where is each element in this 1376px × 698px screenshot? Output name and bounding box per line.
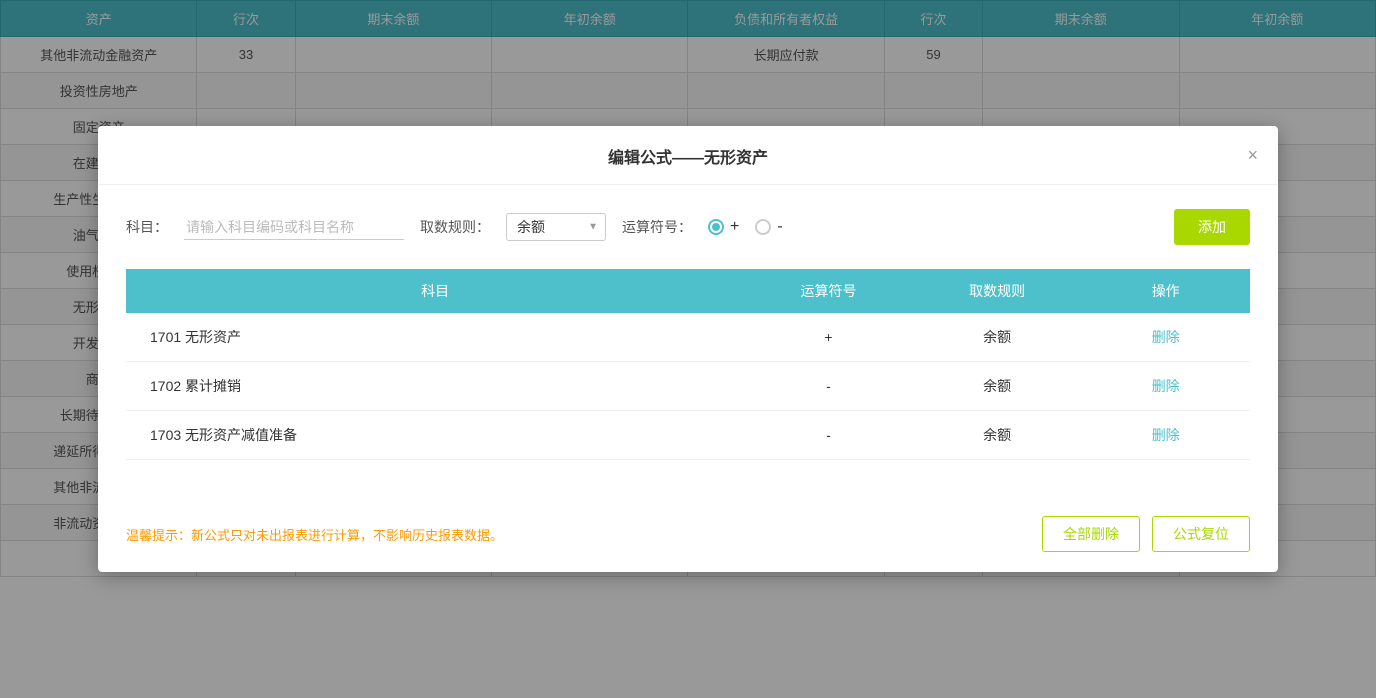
rule-select-wrap: 余额 借方 贷方 借方发生额 贷方发生额 — [506, 213, 606, 241]
modal-overlay: 编辑公式——无形资产 × 科目： 取数规则： 余额 借方 贷方 借方发生额 贷方… — [0, 0, 1376, 698]
edit-formula-modal: 编辑公式——无形资产 × 科目： 取数规则： 余额 借方 贷方 借方发生额 贷方… — [98, 126, 1278, 572]
formula-subject-cell: 1703 无形资产减值准备 — [126, 411, 744, 460]
formula-action-cell[interactable]: 删除 — [1081, 313, 1250, 362]
radio-minus-circle — [755, 219, 771, 235]
col-header-rule: 取数规则 — [913, 269, 1082, 313]
modal-close-button[interactable]: × — [1247, 146, 1258, 164]
radio-plus-circle — [708, 219, 724, 235]
operator-plus-label: + — [730, 218, 739, 236]
modal-footer: 温馨提示：新公式只对未出报表进行计算，不影响历史报表数据。 全部删除 公式复位 — [98, 504, 1278, 572]
formula-rule-cell: 余额 — [913, 313, 1082, 362]
formula-table-row: 1701 无形资产+余额 删除 — [126, 313, 1250, 362]
formula-subject-cell: 1702 累计摊销 — [126, 362, 744, 411]
form-row: 科目： 取数规则： 余额 借方 贷方 借方发生额 贷方发生额 运算符号： — [126, 209, 1250, 245]
subject-label: 科目： — [126, 217, 168, 237]
formula-action-cell[interactable]: 删除 — [1081, 411, 1250, 460]
delete-row-link[interactable]: 删除 — [1152, 378, 1180, 394]
formula-table-row: 1702 累计摊销-余额 删除 — [126, 362, 1250, 411]
delete-all-button[interactable]: 全部删除 — [1042, 516, 1140, 552]
add-button[interactable]: 添加 — [1174, 209, 1250, 245]
col-header-operator: 运算符号 — [744, 269, 913, 313]
formula-table-row: 1703 无形资产减值准备-余额 删除 — [126, 411, 1250, 460]
delete-row-link[interactable]: 删除 — [1152, 329, 1180, 345]
col-header-action: 操作 — [1081, 269, 1250, 313]
hint-text: 温馨提示：新公式只对未出报表进行计算，不影响历史报表数据。 — [126, 525, 503, 544]
operator-minus-radio[interactable]: - — [755, 218, 782, 236]
modal-title: 编辑公式——无形资产 — [608, 150, 768, 167]
formula-rule-cell: 余额 — [913, 411, 1082, 460]
formula-subject-cell: 1701 无形资产 — [126, 313, 744, 362]
operator-minus-label: - — [777, 218, 782, 236]
col-header-subject: 科目 — [126, 269, 744, 313]
formula-table: 科目 运算符号 取数规则 操作 1701 无形资产+余额删除1702 累计摊销-… — [126, 269, 1250, 460]
delete-row-link[interactable]: 删除 — [1152, 427, 1180, 443]
operator-plus-radio[interactable]: + — [708, 218, 739, 236]
operator-label: 运算符号： — [622, 217, 692, 237]
formula-rule-cell: 余额 — [913, 362, 1082, 411]
formula-operator-cell: - — [744, 362, 913, 411]
rule-select[interactable]: 余额 借方 贷方 借方发生额 贷方发生额 — [506, 213, 606, 241]
modal-body: 科目： 取数规则： 余额 借方 贷方 借方发生额 贷方发生额 运算符号： — [98, 185, 1278, 504]
rule-label: 取数规则： — [420, 217, 490, 237]
formula-operator-cell: + — [744, 313, 913, 362]
footer-buttons: 全部删除 公式复位 — [1042, 516, 1250, 552]
reset-formula-button[interactable]: 公式复位 — [1152, 516, 1250, 552]
subject-input[interactable] — [184, 215, 404, 240]
operator-radio-group: + - — [708, 218, 783, 236]
formula-operator-cell: - — [744, 411, 913, 460]
modal-header: 编辑公式——无形资产 × — [98, 126, 1278, 185]
formula-action-cell[interactable]: 删除 — [1081, 362, 1250, 411]
